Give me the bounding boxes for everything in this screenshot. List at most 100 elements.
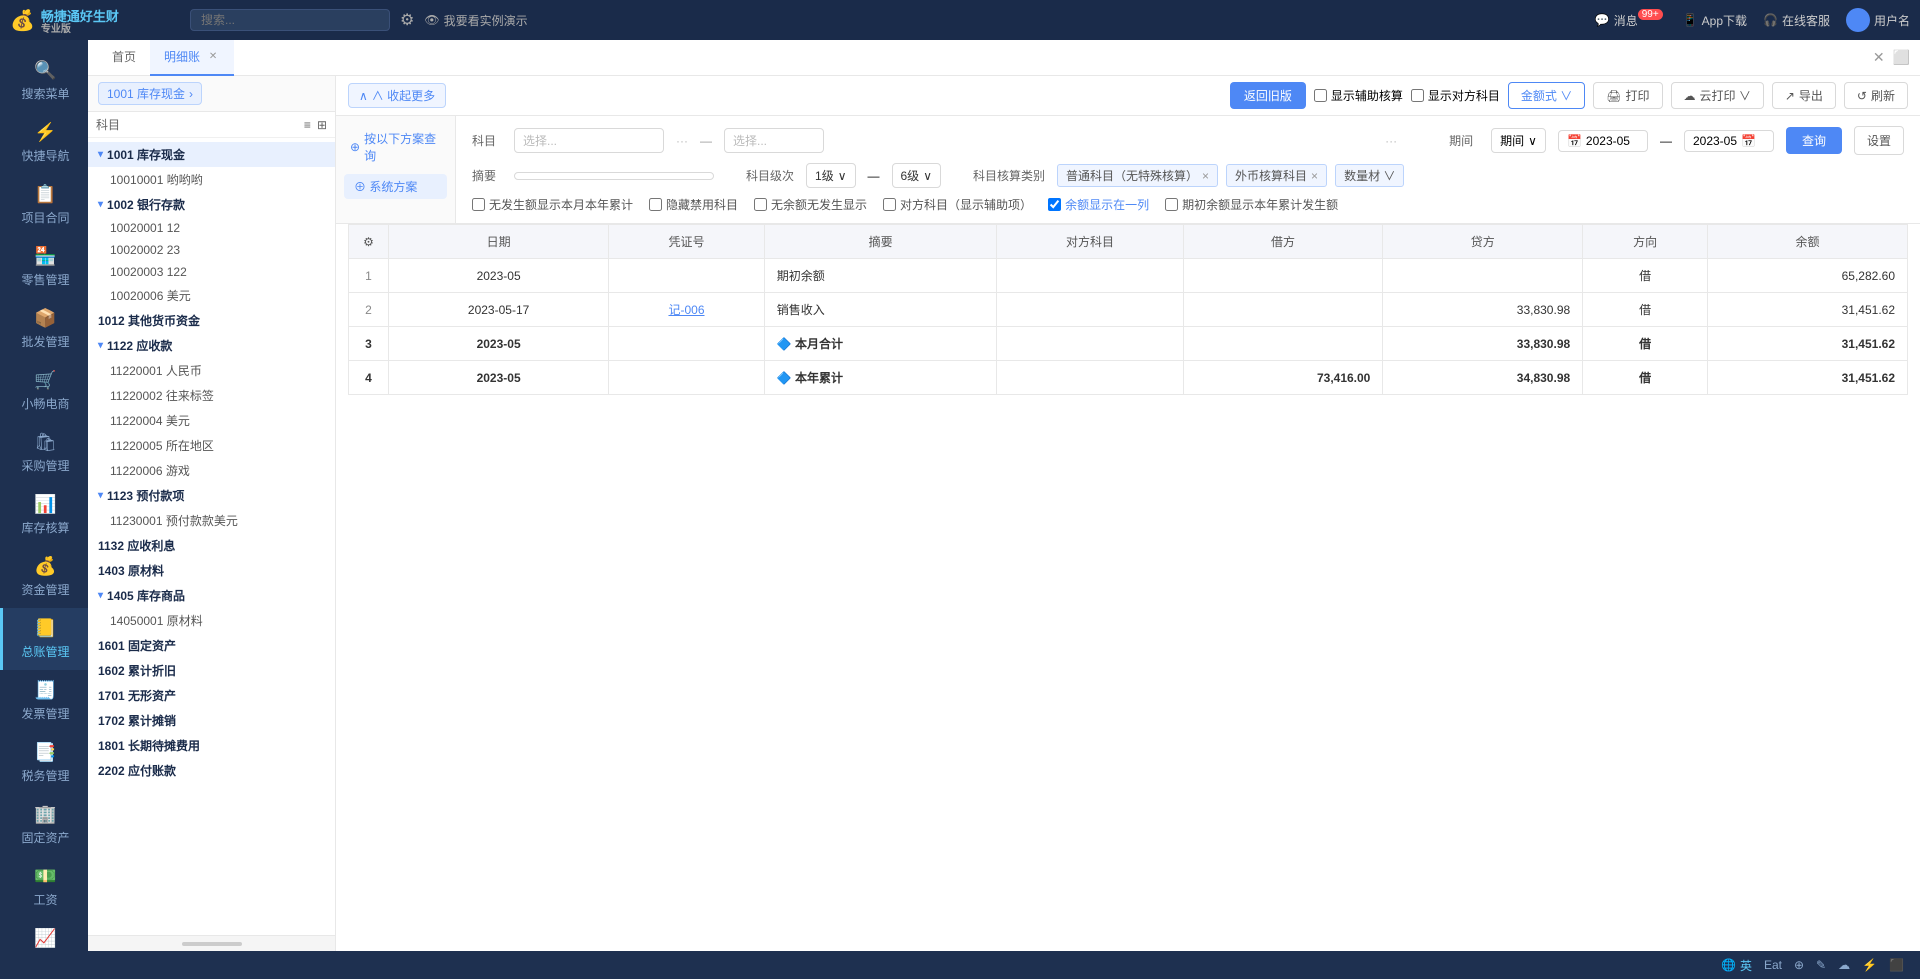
- return-old-btn[interactable]: 返回旧版: [1230, 82, 1306, 109]
- view-mode-btn[interactable]: 金额式 ∨: [1508, 82, 1585, 109]
- th-credit[interactable]: 贷方: [1383, 225, 1583, 259]
- th-debit[interactable]: 借方: [1183, 225, 1383, 259]
- cb-balance-col-input[interactable]: [1048, 198, 1061, 211]
- sidebar-item-inventory[interactable]: 📊 库存核算: [0, 484, 88, 546]
- cb-hide-disabled-input[interactable]: [649, 198, 662, 211]
- tree-item-11220004[interactable]: 11220004 美元: [88, 408, 335, 433]
- sidebar-item-finance[interactable]: 💰 资金管理: [0, 546, 88, 608]
- settings-btn[interactable]: 设置: [1854, 126, 1904, 155]
- sidebar-item-salary[interactable]: 💵 工资: [0, 856, 88, 918]
- cb-balance-col[interactable]: 余额显示在一列: [1048, 196, 1149, 213]
- bottom-item-eat[interactable]: Eat: [1764, 958, 1782, 972]
- selected-account-tag[interactable]: 1001 库存现金 ›: [98, 82, 202, 105]
- tab-home[interactable]: 首页: [98, 40, 150, 76]
- tree-item-10020002[interactable]: 10020002 23: [88, 239, 335, 261]
- tree-item-1602[interactable]: 1602 累计折旧: [88, 658, 335, 683]
- cb-contra[interactable]: 对方科目（显示辅助项）: [883, 196, 1032, 213]
- tree-item-11220002[interactable]: 11220002 往来标签: [88, 383, 335, 408]
- tree-item-11220001[interactable]: 11220001 人民币: [88, 358, 335, 383]
- tree-item-1123[interactable]: ▾ 1123 预付款项: [88, 483, 335, 508]
- tree-item-14050001[interactable]: 14050001 原材料: [88, 608, 335, 633]
- gear-icon-header[interactable]: ⚙: [363, 235, 374, 249]
- tree-scroll-bar[interactable]: [88, 935, 335, 951]
- app-download-btn[interactable]: 📱 App下载: [1683, 12, 1747, 29]
- show-contra-cb[interactable]: 显示对方科目: [1411, 87, 1500, 104]
- summary-input[interactable]: [514, 172, 714, 180]
- export-btn[interactable]: ↗ 导出: [1772, 82, 1836, 109]
- sidebar-item-project[interactable]: 📋 项目合同: [0, 174, 88, 236]
- level-from-select[interactable]: 1级 ∨: [806, 163, 855, 188]
- tree-item-1001[interactable]: ▾ 1001 库存现金: [88, 142, 335, 167]
- row-voucher-2[interactable]: 记-006: [609, 293, 765, 327]
- user-avatar[interactable]: 用户名: [1846, 8, 1910, 32]
- tree-item-1403[interactable]: 1403 原材料: [88, 558, 335, 583]
- row-gear-2[interactable]: 2: [349, 293, 389, 327]
- tree-item-2202[interactable]: 2202 应付账款: [88, 758, 335, 783]
- cb-no-balance[interactable]: 无发生额显示本月本年累计: [472, 196, 633, 213]
- category-tag-2[interactable]: 外币核算科目 ×: [1226, 164, 1327, 187]
- cb-hide-disabled[interactable]: 隐藏禁用科目: [649, 196, 738, 213]
- sidebar-item-retail[interactable]: 🏪 零售管理: [0, 236, 88, 298]
- sidebar-item-search[interactable]: 🔍 搜索菜单: [0, 50, 88, 112]
- tree-item-10020006[interactable]: 10020006 美元: [88, 283, 335, 308]
- expand-icon[interactable]: ⊞: [317, 118, 327, 132]
- bottom-item-edit[interactable]: ✎: [1816, 958, 1826, 972]
- bottom-item-lightning[interactable]: ⚡: [1862, 958, 1877, 972]
- online-support-btn[interactable]: 🎧 在线客服: [1763, 12, 1830, 29]
- window-close-btn[interactable]: ✕: [1873, 49, 1885, 66]
- tree-item-11220006[interactable]: 11220006 游戏: [88, 458, 335, 483]
- tree-item-1002[interactable]: ▾ 1002 银行存款: [88, 192, 335, 217]
- bottom-item-cloud[interactable]: ☁: [1838, 958, 1850, 972]
- gear-icon[interactable]: ⚙: [400, 10, 414, 30]
- subject-input-from[interactable]: 选择...: [514, 128, 664, 153]
- tab-detail-close[interactable]: ✕: [206, 50, 220, 64]
- show-contra-checkbox[interactable]: [1411, 89, 1424, 102]
- message-btn[interactable]: 💬 消息 99+: [1595, 12, 1667, 29]
- cb-opening-input[interactable]: [1165, 198, 1178, 211]
- bottom-item-screen[interactable]: ⬛: [1889, 958, 1904, 972]
- refresh-btn[interactable]: ↺ 刷新: [1844, 82, 1908, 109]
- remove-icon-1[interactable]: ×: [1202, 169, 1209, 183]
- tree-item-1132[interactable]: 1132 应收利息: [88, 533, 335, 558]
- cloud-print-btn[interactable]: ☁ 云打印 ∨: [1671, 82, 1764, 109]
- tree-item-1122[interactable]: ▾ 1122 应收款: [88, 333, 335, 358]
- tree-item-1012[interactable]: 1012 其他货币资金: [88, 308, 335, 333]
- th-contra[interactable]: 对方科目: [997, 225, 1183, 259]
- tree-item-1701[interactable]: 1701 无形资产: [88, 683, 335, 708]
- remove-icon-2[interactable]: ×: [1311, 169, 1318, 183]
- th-summary[interactable]: 摘要: [764, 225, 997, 259]
- category-tag-1[interactable]: 普通科目（无特殊核算） ×: [1057, 164, 1218, 187]
- row-gear-1[interactable]: 1: [349, 259, 389, 293]
- th-voucher[interactable]: 凭证号: [609, 225, 765, 259]
- period-from-input[interactable]: 📅 2023-05: [1558, 130, 1648, 152]
- th-balance[interactable]: 余额: [1708, 225, 1908, 259]
- th-date[interactable]: 日期: [389, 225, 609, 259]
- query-btn[interactable]: 查询: [1786, 127, 1842, 154]
- tab-detail[interactable]: 明细账 ✕: [150, 40, 234, 76]
- collapse-more-btn[interactable]: ∧ ∧ 收起更多: [348, 83, 446, 108]
- window-max-btn[interactable]: ⬜: [1893, 49, 1910, 66]
- sidebar-item-management[interactable]: 📈 经营管理: [0, 918, 88, 951]
- period-type-select[interactable]: 期间 ∨: [1491, 128, 1546, 153]
- scheme-btn[interactable]: ⊕ 系统方案: [344, 174, 447, 199]
- sidebar-item-quicknav[interactable]: ⚡ 快捷导航: [0, 112, 88, 174]
- cb-no-balance-input[interactable]: [472, 198, 485, 211]
- sidebar-item-purchase[interactable]: 🛍 采购管理: [0, 422, 88, 484]
- tree-item-1601[interactable]: 1601 固定资产: [88, 633, 335, 658]
- sidebar-item-invoice[interactable]: 🧾 发票管理: [0, 670, 88, 732]
- tree-item-1801[interactable]: 1801 长期待摊费用: [88, 733, 335, 758]
- show-assist-checkbox[interactable]: [1314, 89, 1327, 102]
- cb-no-balance2[interactable]: 无余额无发生显示: [754, 196, 867, 213]
- cb-opening[interactable]: 期初余额显示本年累计发生额: [1165, 196, 1338, 213]
- tree-item-1405[interactable]: ▾ 1405 库存商品: [88, 583, 335, 608]
- bottom-item-add[interactable]: ⊕: [1794, 958, 1804, 972]
- show-assist-cb[interactable]: 显示辅助核算: [1314, 87, 1403, 104]
- bottom-item-translate[interactable]: 🌐 英: [1721, 957, 1752, 974]
- tree-item-10020003[interactable]: 10020003 122: [88, 261, 335, 283]
- tree-item-11220005[interactable]: 11220005 所在地区: [88, 433, 335, 458]
- tree-item-11230001[interactable]: 11230001 预付款款美元: [88, 508, 335, 533]
- tree-item-10020001[interactable]: 10020001 12: [88, 217, 335, 239]
- top-search-input[interactable]: [190, 9, 390, 31]
- th-gear[interactable]: ⚙: [349, 225, 389, 259]
- period-to-input[interactable]: 2023-05 📅: [1684, 130, 1774, 152]
